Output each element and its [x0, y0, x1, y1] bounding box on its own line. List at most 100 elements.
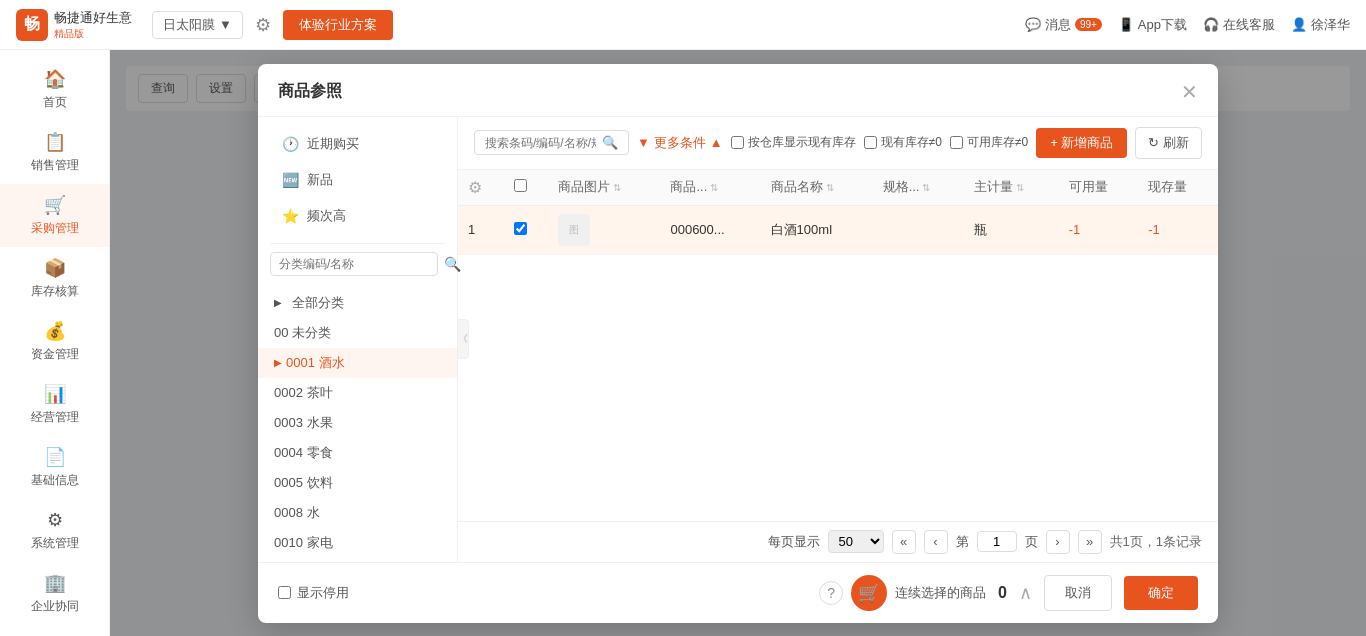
th-spec: 规格... ⇅ — [873, 170, 965, 206]
sort-code[interactable]: 商品... ⇅ — [670, 178, 750, 196]
cell-code: 000600... — [660, 205, 760, 254]
available-stock-checkbox-label[interactable]: 现有库存≠0 — [864, 134, 942, 151]
help-button[interactable]: ? — [819, 581, 843, 605]
category-item-0003[interactable]: 0003 水果 — [258, 408, 457, 438]
modal-body: 🕐 近期购买 🆕 新品 ⭐ 频次高 — [258, 117, 1218, 562]
per-page-select[interactable]: 50 10 20 100 — [828, 530, 884, 553]
modal-right-panel: 🔍 ▼ 更多条件 ▲ 按仓库显示现有库存 — [458, 117, 1218, 562]
sidebar-item-system[interactable]: ⚙ 系统管理 — [0, 499, 109, 562]
sidebar-item-guide[interactable]: 📖 新手引导 — [0, 625, 109, 636]
warehouse-checkbox[interactable] — [731, 136, 744, 149]
category-item-00[interactable]: 00 未分类 — [258, 318, 457, 348]
sort-name[interactable]: 商品名称 ⇅ — [771, 178, 863, 196]
category-search-input[interactable] — [270, 252, 438, 276]
refresh-button[interactable]: ↻ 刷新 — [1135, 127, 1202, 159]
top-nav: 畅 畅捷通好生意 精品版 日太阳膜 ▼ ⚙ 体验行业方案 💬 消息 99+ 📱 … — [0, 0, 1366, 50]
sidebar-item-purchase[interactable]: 🛒 采购管理 — [0, 184, 109, 247]
cell-no: 1 — [458, 205, 504, 254]
th-gear[interactable]: ⚙ — [458, 170, 504, 206]
sort-unit[interactable]: 主计量 ⇅ — [974, 178, 1048, 196]
page-number-input[interactable] — [977, 531, 1017, 552]
settings-icon[interactable]: ⚙ — [255, 14, 271, 36]
cancel-button[interactable]: 取消 — [1044, 575, 1112, 611]
modal-toolbar: 🔍 ▼ 更多条件 ▲ 按仓库显示现有库存 — [458, 117, 1218, 170]
show-disabled-label[interactable]: 显示停用 — [278, 584, 349, 602]
usable-stock-checkbox[interactable] — [950, 136, 963, 149]
th-available: 可用量 — [1059, 170, 1139, 206]
cart-count: 0 — [998, 584, 1007, 602]
select-all-checkbox[interactable] — [514, 179, 527, 192]
product-search-input[interactable] — [485, 136, 596, 150]
add-product-button[interactable]: + 新增商品 — [1036, 128, 1127, 158]
trial-btn[interactable]: 体验行业方案 — [283, 10, 393, 40]
expand-arrow: ▶ — [274, 297, 282, 308]
available-stock-checkbox[interactable] — [864, 136, 877, 149]
last-page-button[interactable]: » — [1078, 530, 1102, 554]
row-checkbox[interactable] — [514, 222, 527, 235]
next-page-button[interactable]: › — [1046, 530, 1070, 554]
category-item-0010[interactable]: 0010 家电 — [258, 528, 457, 558]
page-word: 第 — [956, 533, 969, 551]
product-image: 图 — [558, 214, 590, 246]
system-icon: ⚙ — [47, 509, 63, 531]
category-item-0002[interactable]: 0002 茶叶 — [258, 378, 457, 408]
tab-recent-purchase[interactable]: 🕐 近期购买 — [270, 127, 445, 161]
active-arrow: ▶ — [274, 357, 282, 368]
th-image: 商品图片 ⇅ — [548, 170, 660, 206]
filter-button[interactable]: ▼ 更多条件 ▲ — [637, 134, 723, 152]
prev-page-button[interactable]: ‹ — [924, 530, 948, 554]
show-disabled-checkbox[interactable] — [278, 586, 291, 599]
online-service-btn[interactable]: 🎧 在线客服 — [1203, 16, 1275, 34]
per-page-label: 每页显示 — [768, 533, 820, 551]
warehouse-checkbox-label[interactable]: 按仓库显示现有库存 — [731, 134, 856, 151]
total-info: 共1页，1条记录 — [1110, 533, 1202, 551]
th-checkbox — [504, 170, 549, 206]
collapse-left-panel-button[interactable]: 《 — [457, 319, 469, 359]
search-icon[interactable]: 🔍 — [602, 135, 618, 150]
sidebar-item-finance[interactable]: 💰 资金管理 — [0, 310, 109, 373]
category-item-0001[interactable]: ▶ 0001 酒水 — [258, 348, 457, 378]
sidebar-item-inventory[interactable]: 📦 库存核算 — [0, 247, 109, 310]
sidebar-item-home[interactable]: 🏠 首页 — [0, 58, 109, 121]
sort-spec[interactable]: 规格... ⇅ — [883, 178, 955, 196]
app-download-btn[interactable]: 📱 App下载 — [1118, 16, 1187, 34]
usable-stock-checkbox-label[interactable]: 可用库存≠0 — [950, 134, 1028, 151]
filter-icon: ▼ — [637, 135, 650, 150]
sidebar-item-sales[interactable]: 📋 销售管理 — [0, 121, 109, 184]
sort-image[interactable]: 商品图片 ⇅ — [558, 178, 650, 196]
cell-available: -1 — [1059, 205, 1139, 254]
th-name: 商品名称 ⇅ — [761, 170, 873, 206]
th-stock: 现存量 — [1138, 170, 1218, 206]
user-menu[interactable]: 👤 徐泽华 — [1291, 16, 1350, 34]
sidebar-item-enterprise[interactable]: 🏢 企业协同 — [0, 562, 109, 625]
tab-frequent[interactable]: ⭐ 频次高 — [270, 199, 445, 233]
sidebar-item-label: 首页 — [43, 94, 67, 111]
modal-close-button[interactable]: ✕ — [1181, 80, 1198, 104]
category-item-0005[interactable]: 0005 饮料 — [258, 468, 457, 498]
first-page-button[interactable]: « — [892, 530, 916, 554]
th-code: 商品... ⇅ — [660, 170, 760, 206]
cart-collapse-icon[interactable]: ∧ — [1019, 582, 1032, 604]
modal-footer: 显示停用 ? 🛒 连续选择的商品 0 ∧ 取消 确定 — [258, 562, 1218, 623]
category-item-0004[interactable]: 0004 零食 — [258, 438, 457, 468]
cell-unit: 瓶 — [964, 205, 1058, 254]
tab-new-product[interactable]: 🆕 新品 — [270, 163, 445, 197]
org-selector[interactable]: 日太阳膜 ▼ — [152, 11, 243, 39]
sidebar-item-label: 经营管理 — [31, 409, 79, 426]
operations-icon: 📊 — [44, 383, 66, 405]
confirm-button[interactable]: 确定 — [1124, 576, 1198, 610]
category-all[interactable]: ▶ 全部分类 — [258, 288, 457, 318]
category-search-icon[interactable]: 🔍 — [444, 256, 461, 272]
sort-icon: ⇅ — [613, 182, 621, 193]
sidebar-item-operations[interactable]: 📊 经营管理 — [0, 373, 109, 436]
category-item-0008[interactable]: 0008 水 — [258, 498, 457, 528]
sidebar-item-basic[interactable]: 📄 基础信息 — [0, 436, 109, 499]
table-row[interactable]: 1 图 000600... 白酒100ml 瓶 — [458, 205, 1218, 254]
sort-icon-spec: ⇅ — [922, 182, 930, 193]
sidebar-item-label: 企业协同 — [31, 598, 79, 615]
cart-icon[interactable]: 🛒 — [851, 575, 887, 611]
th-unit: 主计量 ⇅ — [964, 170, 1058, 206]
purchase-icon: 🛒 — [44, 194, 66, 216]
notifications-btn[interactable]: 💬 消息 99+ — [1025, 16, 1102, 34]
finance-icon: 💰 — [44, 320, 66, 342]
